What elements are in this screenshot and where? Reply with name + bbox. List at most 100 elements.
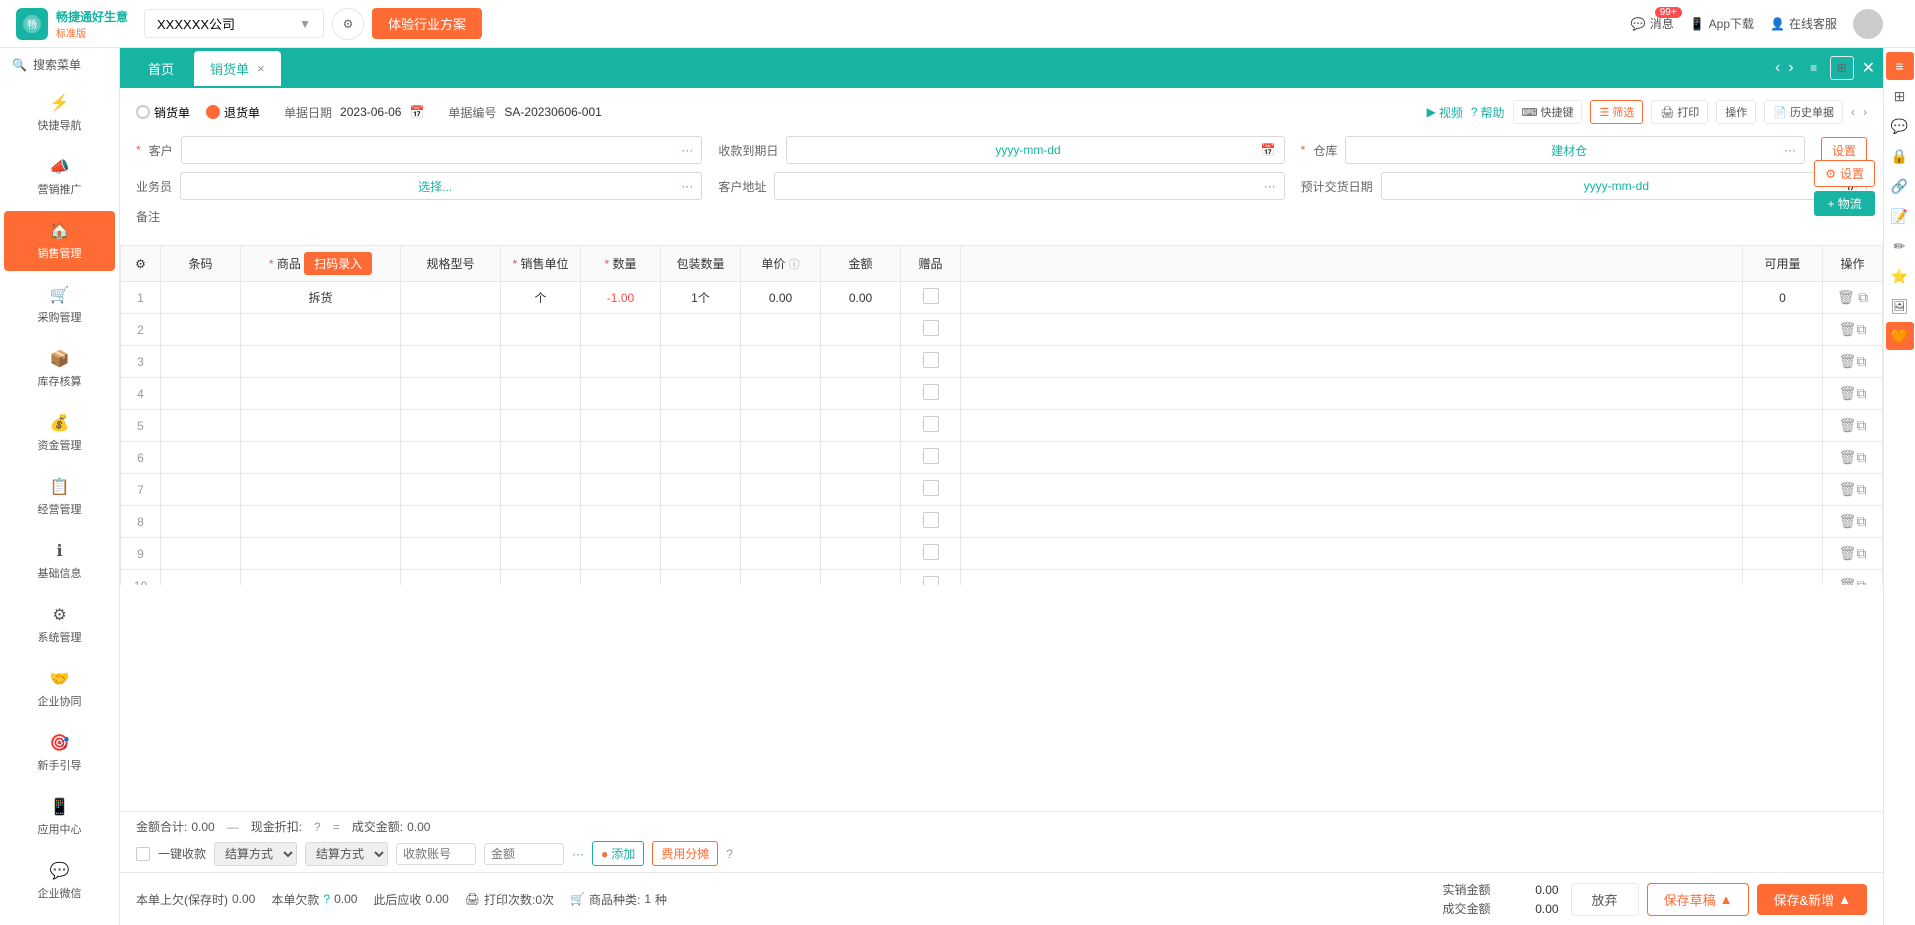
- payment-method-select[interactable]: 结算方式: [214, 842, 297, 866]
- online-service-button[interactable]: 👤 在线客服: [1770, 15, 1837, 32]
- warehouse-input[interactable]: 建材仓 ···: [1345, 136, 1805, 164]
- payment-method-type-select[interactable]: 结算方式: [305, 842, 388, 866]
- sidebar-item-finance[interactable]: 💰 资金管理: [4, 403, 115, 463]
- video-link[interactable]: ▶ 视频: [1427, 104, 1463, 121]
- due-date-input[interactable]: yyyy-mm-dd 📅: [786, 136, 1284, 164]
- company-selector[interactable]: XXXXXX公司 ▼: [144, 9, 324, 38]
- copy-row-2-button[interactable]: ⧉: [1856, 321, 1866, 337]
- gear-button[interactable]: ⚙: [332, 8, 364, 40]
- close-tab-button[interactable]: ✕: [1862, 58, 1875, 78]
- copy-row-3-button[interactable]: ⧉: [1856, 353, 1866, 369]
- sidebar-item-marketing[interactable]: 📣 营销推广: [4, 147, 115, 207]
- history-button[interactable]: 📄 历史单据: [1764, 100, 1843, 124]
- delete-row-10-button[interactable]: 🗑: [1839, 577, 1857, 585]
- customer-input[interactable]: ···: [181, 136, 703, 164]
- avatar[interactable]: [1853, 9, 1883, 39]
- copy-row-9-button[interactable]: ⧉: [1856, 545, 1866, 561]
- tab-home[interactable]: 首页: [128, 51, 194, 86]
- expected-date-input[interactable]: yyyy-mm-dd 📅: [1381, 172, 1867, 200]
- discard-button[interactable]: 放弃: [1571, 883, 1639, 916]
- discount-help-icon[interactable]: ?: [314, 820, 321, 834]
- copy-row-7-button[interactable]: ⧉: [1856, 481, 1866, 497]
- payment-account-input[interactable]: [396, 843, 476, 865]
- delete-row-6-button[interactable]: 🗑: [1839, 449, 1857, 465]
- trial-button[interactable]: 体验行业方案: [372, 8, 482, 39]
- sidebar-item-sales[interactable]: 🏠 销售管理: [4, 211, 115, 271]
- expense-split-button[interactable]: 费用分摊: [652, 841, 718, 866]
- th-config[interactable]: ⚙: [121, 246, 161, 282]
- delete-row-8-button[interactable]: 🗑: [1839, 513, 1857, 529]
- save-draft-button[interactable]: 保存草稿 ▲: [1647, 883, 1750, 916]
- sidebar-item-member[interactable]: V 畅会员: [4, 915, 115, 925]
- delete-row-2-button[interactable]: 🗑: [1839, 321, 1857, 337]
- sidebar-item-search-menu[interactable]: 🔍 搜索菜单: [0, 48, 119, 81]
- customer-addr-input[interactable]: ···: [774, 172, 1284, 200]
- flow-button[interactable]: + 物流: [1814, 191, 1875, 216]
- right-sidebar-grid-button[interactable]: ⊞: [1886, 82, 1914, 110]
- salesperson-dots-icon[interactable]: ···: [681, 179, 693, 193]
- right-sidebar-lock-button[interactable]: 🔒: [1886, 142, 1914, 170]
- date-calendar-icon[interactable]: 📅: [409, 105, 424, 119]
- due-date-calendar-icon[interactable]: 📅: [1261, 143, 1276, 157]
- expense-help-icon[interactable]: ?: [726, 847, 733, 861]
- cell-price-1[interactable]: 0.00: [741, 282, 821, 314]
- delete-row-7-button[interactable]: 🗑: [1839, 481, 1857, 497]
- tab-next-button[interactable]: ›: [1788, 59, 1793, 77]
- tab-prev-button[interactable]: ‹: [1775, 59, 1780, 77]
- salesperson-input[interactable]: 选择... ···: [180, 172, 702, 200]
- app-download-button[interactable]: 📱 App下载: [1690, 15, 1754, 32]
- table-scroll[interactable]: ⚙ 条码 * 商品 扫码录入 规格型号 * 销售单位 * 数量: [120, 245, 1883, 585]
- delete-row-9-button[interactable]: 🗑: [1839, 545, 1857, 561]
- sidebar-item-purchase[interactable]: 🛒 采购管理: [4, 275, 115, 335]
- sidebar-item-system[interactable]: ⚙ 系统管理: [4, 595, 115, 655]
- right-sidebar-doc-button[interactable]: 📝: [1886, 202, 1914, 230]
- sidebar-item-enterprise[interactable]: 🤝 企业协同: [4, 659, 115, 719]
- radio-return-order[interactable]: 退货单: [206, 104, 260, 121]
- cell-gift-1[interactable]: [901, 282, 961, 314]
- print-button[interactable]: 🖨 打印: [1651, 100, 1708, 124]
- warehouse-dots-icon[interactable]: ···: [1784, 143, 1796, 157]
- right-sidebar-orange-button[interactable]: 🧡: [1886, 322, 1914, 350]
- settings-float-button[interactable]: ⚙ 设置: [1814, 160, 1875, 187]
- view-list-button[interactable]: ≡: [1802, 56, 1826, 80]
- customer-dots-icon[interactable]: ···: [681, 143, 693, 157]
- delete-row-4-button[interactable]: 🗑: [1839, 385, 1857, 401]
- message-button[interactable]: 💬 消息 99+: [1631, 15, 1674, 32]
- arrears-help-icon[interactable]: ?: [323, 892, 330, 906]
- sidebar-item-quick-nav[interactable]: ⚡ 快捷导航: [4, 83, 115, 143]
- radio-sales-order[interactable]: 销货单: [136, 104, 190, 121]
- right-sidebar-link-button[interactable]: 🔗: [1886, 172, 1914, 200]
- copy-row-6-button[interactable]: ⧉: [1856, 449, 1866, 465]
- delete-row-5-button[interactable]: 🗑: [1839, 417, 1857, 433]
- view-grid-button[interactable]: ⊞: [1830, 56, 1854, 80]
- copy-row-1-button[interactable]: ⧉: [1858, 289, 1868, 305]
- sidebar-item-guide[interactable]: 🎯 新手引导: [4, 723, 115, 783]
- right-sidebar-edit-button[interactable]: ✏: [1886, 232, 1914, 260]
- cell-qty-1[interactable]: -1.00: [581, 282, 661, 314]
- copy-row-8-button[interactable]: ⧉: [1856, 513, 1866, 529]
- save-new-button[interactable]: 保存&新增 ▲: [1757, 884, 1867, 915]
- sidebar-item-wechat[interactable]: 💬 企业微信: [4, 851, 115, 911]
- delete-row-1-button[interactable]: 🗑: [1837, 289, 1855, 305]
- filter-button[interactable]: ☰ 筛选: [1590, 100, 1643, 124]
- tab-close-icon[interactable]: ×: [257, 61, 265, 76]
- addr-dots-icon[interactable]: ···: [1264, 179, 1276, 193]
- add-expense-button[interactable]: ● 添加: [592, 841, 644, 866]
- right-sidebar-image-button[interactable]: 🖼: [1886, 292, 1914, 320]
- right-sidebar-star-button[interactable]: ⭐: [1886, 262, 1914, 290]
- sidebar-item-basic-info[interactable]: ℹ 基础信息: [4, 531, 115, 591]
- help-link[interactable]: ? 帮助: [1471, 104, 1505, 121]
- sidebar-item-operations[interactable]: 📋 经营管理: [4, 467, 115, 527]
- prev-record-icon[interactable]: ‹: [1851, 105, 1855, 119]
- scan-button[interactable]: 扫码录入: [304, 252, 372, 275]
- right-sidebar-message-button[interactable]: 💬: [1886, 112, 1914, 140]
- copy-row-4-button[interactable]: ⧉: [1856, 385, 1866, 401]
- tab-sales-order[interactable]: 销货单 ×: [194, 51, 281, 86]
- copy-row-10-button[interactable]: ⧉: [1856, 577, 1866, 585]
- one-click-pay-checkbox[interactable]: [136, 847, 150, 861]
- cell-spec-1[interactable]: [401, 282, 501, 314]
- copy-row-5-button[interactable]: ⧉: [1856, 417, 1866, 433]
- right-sidebar-list-button[interactable]: ≡: [1886, 52, 1914, 80]
- sidebar-item-inventory[interactable]: 📦 库存核算: [4, 339, 115, 399]
- next-record-icon[interactable]: ›: [1863, 105, 1867, 119]
